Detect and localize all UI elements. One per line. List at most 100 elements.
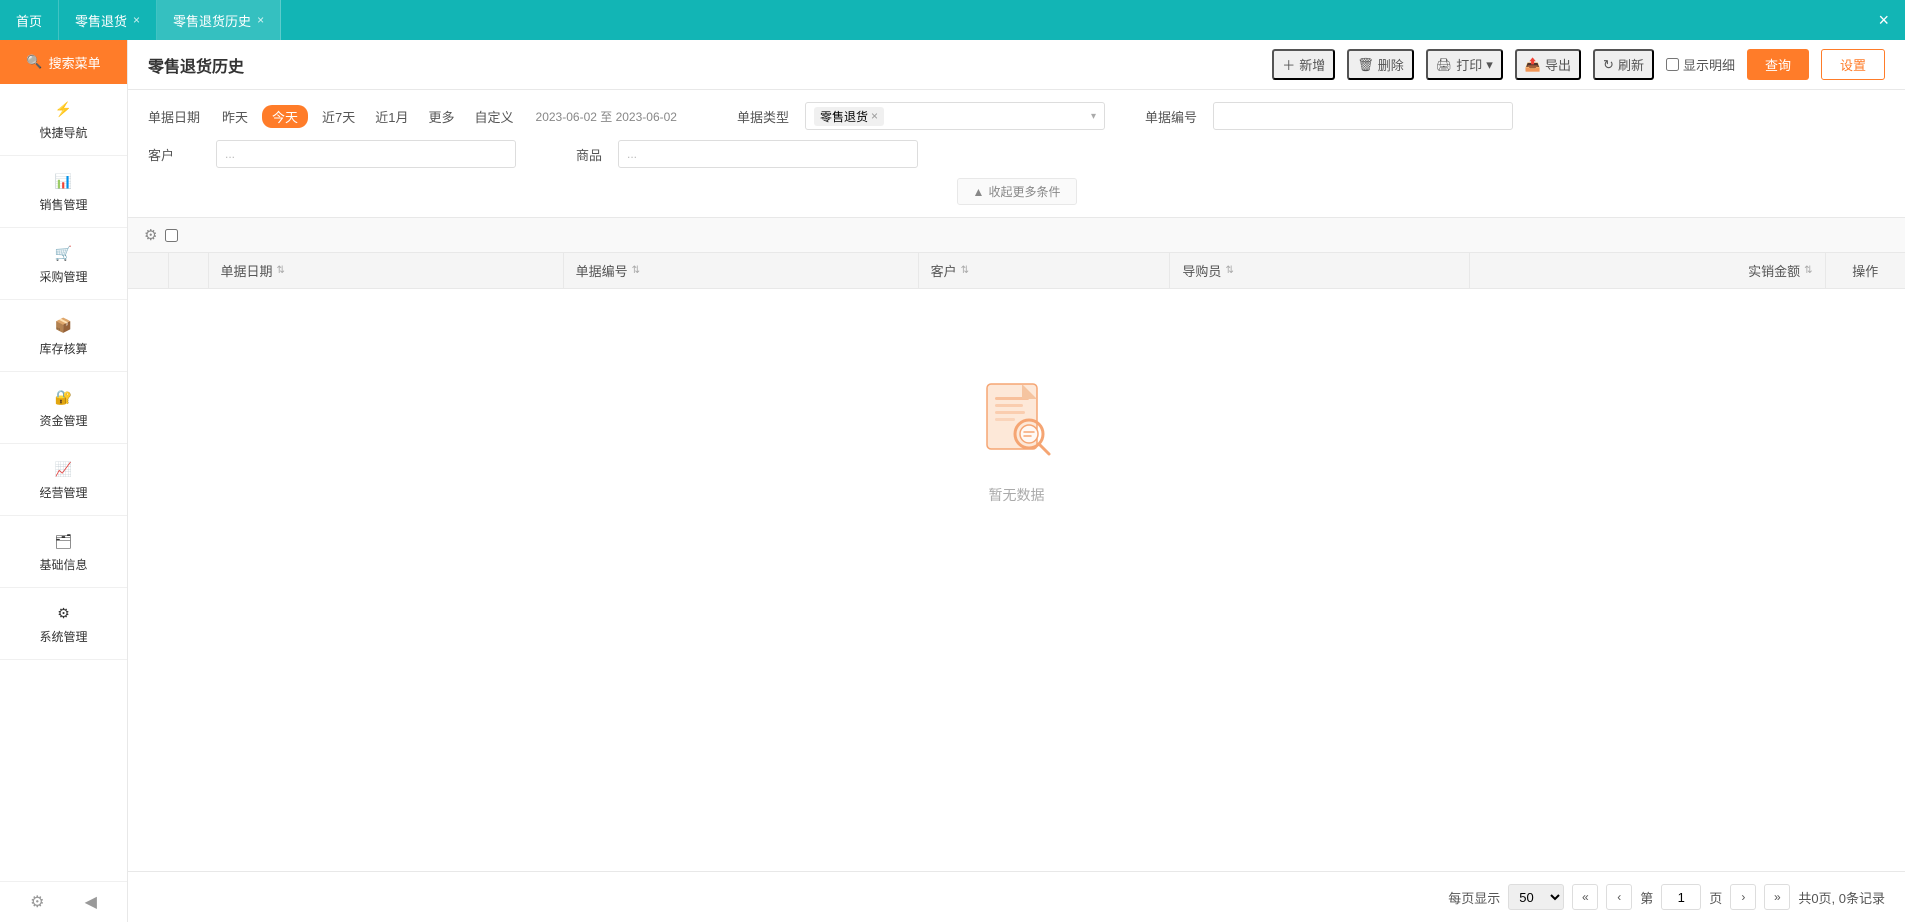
filter-section: 单据日期 昨天 今天 近7天 近1月 更多 自定义 2023-06-02 至 2… <box>128 90 1905 218</box>
th-gear <box>128 253 168 289</box>
sales-mgmt-icon: 📊 <box>53 170 75 192</box>
th-date[interactable]: 单据日期 ⇅ <box>208 253 563 289</box>
setting-button[interactable]: 设置 <box>1821 49 1885 80</box>
show-detail-checkbox-label[interactable]: 显示明细 <box>1666 55 1735 74</box>
collapse-up-icon: ▲ <box>973 185 985 199</box>
sidebar: 🔍 搜索菜单 ⚡ 快捷导航 📊 销售管理 🛒 采购管理 📦 库存核算 🔐 资金管… <box>0 40 128 922</box>
th-guide[interactable]: 导购员 ⇅ <box>1170 253 1470 289</box>
sidebar-bottom: ⚙ ◀ <box>0 881 127 922</box>
empty-text: 暂无数据 <box>989 485 1045 505</box>
sidebar-item-system-mgmt-label: 系统管理 <box>39 628 87 645</box>
type-tag-close[interactable]: × <box>871 109 878 123</box>
th-amount[interactable]: 实销金额 ⇅ <box>1470 253 1825 289</box>
print-icon: 🖨 <box>1436 57 1453 73</box>
collapse-sidebar-icon[interactable]: ◀ <box>85 892 97 912</box>
type-filter-label: 单据类型 <box>737 107 789 126</box>
th-customer[interactable]: 客户 ⇅ <box>918 253 1170 289</box>
th-no-label: 单据编号 <box>576 261 628 280</box>
type-tag-label: 零售退货 <box>820 108 868 125</box>
sidebar-item-inventory[interactable]: 📦 库存核算 <box>0 300 127 372</box>
sidebar-item-capital-mgmt-label: 资金管理 <box>39 412 87 429</box>
new-button-label: 新增 <box>1299 55 1325 74</box>
date-opt-1month[interactable]: 近1月 <box>369 105 414 128</box>
date-opt-more[interactable]: 更多 <box>423 105 461 128</box>
th-no[interactable]: 单据编号 ⇅ <box>563 253 918 289</box>
content-area: 零售退货历史 ＋ 新增 🗑 删除 🖨 打印 ▾ 📤 导出 <box>128 40 1905 922</box>
refresh-icon: ↻ <box>1603 57 1614 73</box>
th-guide-label: 导购员 <box>1182 261 1221 280</box>
customer-placeholder: ... <box>225 147 235 161</box>
docno-input[interactable] <box>1213 102 1513 130</box>
sidebar-item-capital-mgmt[interactable]: 🔐 资金管理 <box>0 372 127 444</box>
tab-retail-return[interactable]: 零售退货 × <box>59 0 157 40</box>
print-button[interactable]: 🖨 打印 ▾ <box>1426 49 1503 80</box>
th-customer-sort-icon: ⇅ <box>961 265 969 276</box>
next-page-button[interactable]: › <box>1730 884 1756 910</box>
type-tag: 零售退货 × <box>814 107 884 126</box>
sidebar-item-business-mgmt-label: 经营管理 <box>39 484 87 501</box>
page-size-select[interactable]: 20 50 100 <box>1508 884 1564 910</box>
type-input[interactable]: 零售退货 × ▾ <box>805 102 1105 130</box>
show-detail-label: 显示明细 <box>1683 55 1735 74</box>
delete-button[interactable]: 🗑 删除 <box>1347 49 1414 80</box>
delete-icon: 🗑 <box>1357 57 1374 73</box>
business-mgmt-icon: 📈 <box>53 458 75 480</box>
docno-filter-group: 单据编号 <box>1145 102 1513 130</box>
sidebar-item-sales-mgmt[interactable]: 📊 销售管理 <box>0 156 127 228</box>
sidebar-item-system-mgmt[interactable]: ⚙ 系统管理 <box>0 588 127 660</box>
collapse-button[interactable]: ▲ 收起更多条件 <box>957 178 1077 205</box>
sidebar-item-quick-nav[interactable]: ⚡ 快捷导航 <box>0 84 127 156</box>
export-button[interactable]: 📤 导出 <box>1515 49 1581 80</box>
last-page-button[interactable]: » <box>1764 884 1790 910</box>
page-title: 零售退货历史 <box>148 53 244 77</box>
date-range-display: 2023-06-02 至 2023-06-02 <box>536 108 677 125</box>
search-icon: 🔍 <box>26 54 42 70</box>
tab-retail-return-label: 零售退货 <box>75 11 127 30</box>
type-filter-group: 单据类型 零售退货 × ▾ <box>737 102 1105 130</box>
tab-retail-return-history-close[interactable]: × <box>257 13 264 27</box>
quick-nav-icon: ⚡ <box>53 98 75 120</box>
filter-row-1: 单据日期 昨天 今天 近7天 近1月 更多 自定义 2023-06-02 至 2… <box>148 102 1885 130</box>
header-actions: ＋ 新增 🗑 删除 🖨 打印 ▾ 📤 导出 ↻ 刷 <box>1272 49 1885 80</box>
print-dropdown-icon: ▾ <box>1486 57 1493 73</box>
tab-retail-return-close[interactable]: × <box>133 13 140 27</box>
prev-page-button[interactable]: ‹ <box>1606 884 1632 910</box>
new-button[interactable]: ＋ 新增 <box>1272 49 1335 80</box>
refresh-button-label: 刷新 <box>1618 55 1644 74</box>
purchase-mgmt-icon: 🛒 <box>53 242 75 264</box>
window-close-button[interactable]: × <box>1862 0 1905 40</box>
query-button[interactable]: 查询 <box>1747 49 1809 80</box>
sidebar-item-basic-info[interactable]: 🗂 基础信息 <box>0 516 127 588</box>
date-opt-custom[interactable]: 自定义 <box>469 105 520 128</box>
gear-icon[interactable]: ⚙ <box>144 226 157 244</box>
settings-bottom-icon[interactable]: ⚙ <box>30 892 44 912</box>
date-opt-yesterday[interactable]: 昨天 <box>216 105 254 128</box>
table-section: ⚙ 单据日期 ⇅ <box>128 218 1905 871</box>
goods-filter-group: 商品 ... <box>576 140 918 168</box>
tab-retail-return-history[interactable]: 零售退货历史 × <box>157 0 281 40</box>
select-all-checkbox[interactable] <box>165 229 178 242</box>
goods-input[interactable]: ... <box>618 140 918 168</box>
page-input[interactable] <box>1661 884 1701 910</box>
sidebar-item-purchase-mgmt[interactable]: 🛒 采购管理 <box>0 228 127 300</box>
date-opt-7days[interactable]: 近7天 <box>316 105 361 128</box>
sidebar-item-inventory-label: 库存核算 <box>39 340 87 357</box>
tab-retail-return-history-label: 零售退货历史 <box>173 11 251 30</box>
refresh-button[interactable]: ↻ 刷新 <box>1593 49 1654 80</box>
first-page-button[interactable]: « <box>1572 884 1598 910</box>
th-customer-label: 客户 <box>931 261 957 280</box>
sidebar-search[interactable]: 🔍 搜索菜单 <box>0 40 127 84</box>
basic-info-icon: 🗂 <box>53 530 75 552</box>
sidebar-item-basic-info-label: 基础信息 <box>39 556 87 573</box>
date-opt-today[interactable]: 今天 <box>262 105 308 128</box>
table-toolbar: ⚙ <box>128 218 1905 253</box>
print-button-label: 打印 <box>1456 55 1482 74</box>
page-header: 零售退货历史 ＋ 新增 🗑 删除 🖨 打印 ▾ 📤 导出 <box>128 40 1905 90</box>
customer-input[interactable]: ... <box>216 140 516 168</box>
th-amount-label: 实销金额 <box>1748 261 1800 280</box>
sidebar-item-sales-mgmt-label: 销售管理 <box>39 196 87 213</box>
sidebar-item-business-mgmt[interactable]: 📈 经营管理 <box>0 444 127 516</box>
delete-button-label: 删除 <box>1378 55 1404 74</box>
tab-home[interactable]: 首页 <box>0 0 59 40</box>
show-detail-checkbox[interactable] <box>1666 58 1679 71</box>
